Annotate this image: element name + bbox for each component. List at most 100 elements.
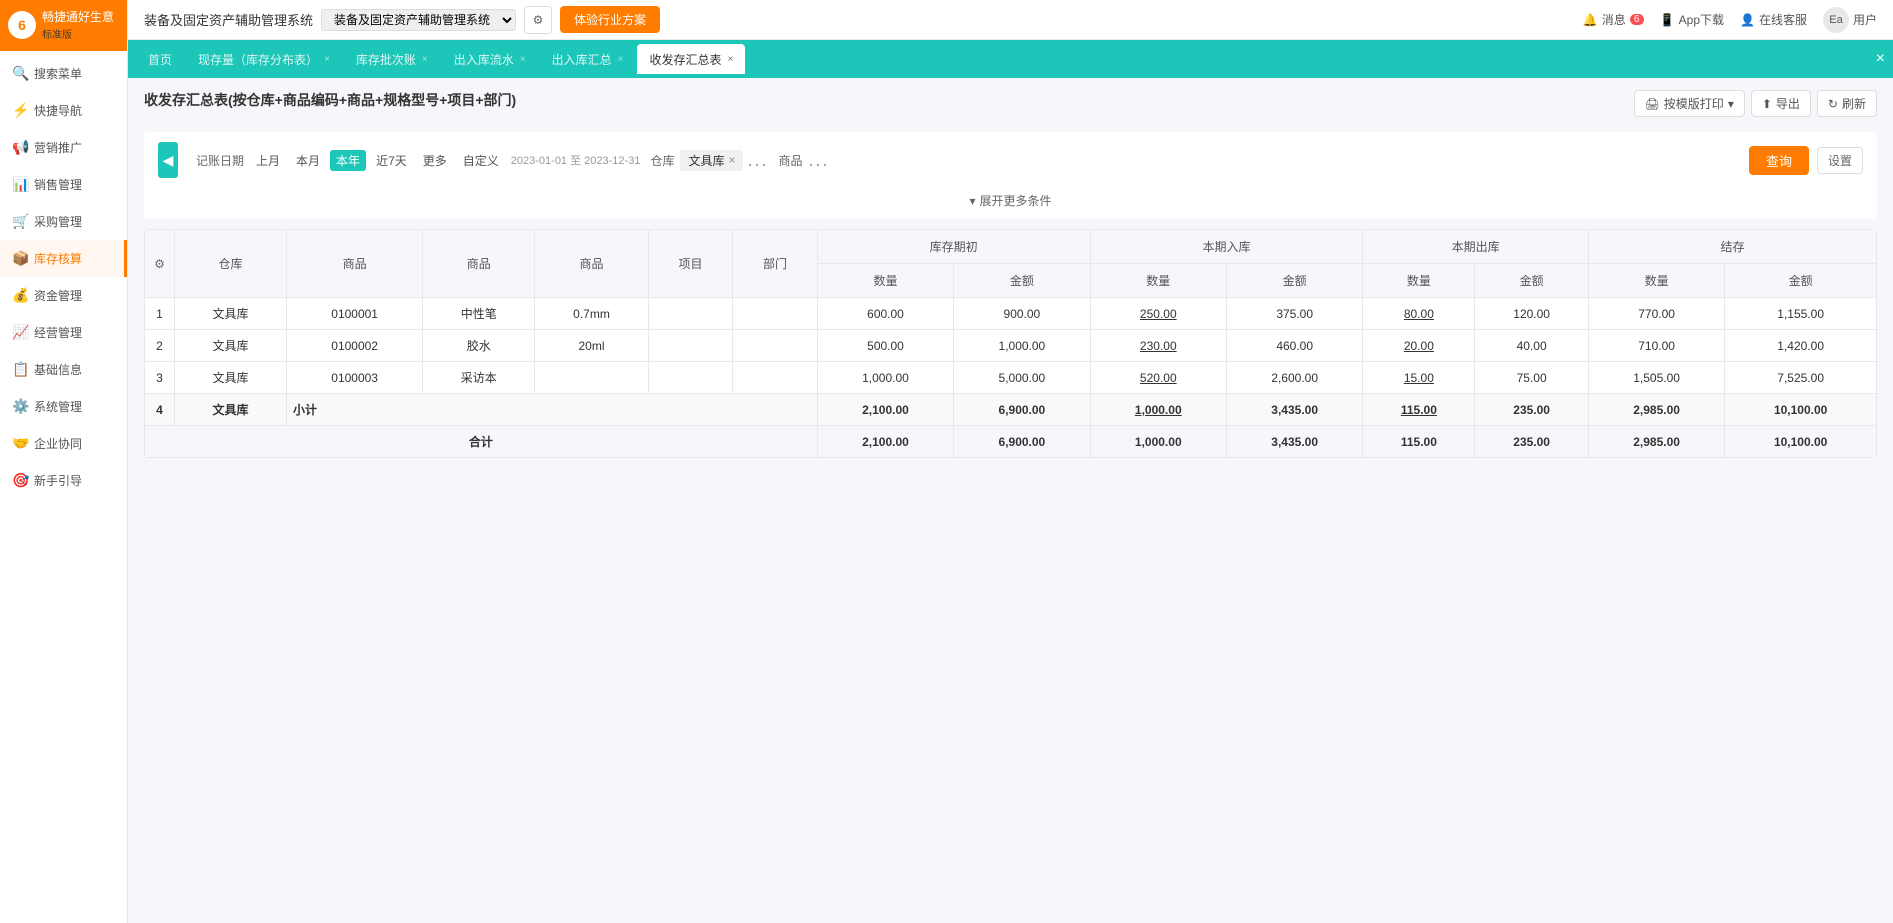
row-in-amt: 460.00: [1226, 330, 1362, 362]
expand-conditions-button[interactable]: ▾ 展开更多条件: [969, 192, 1051, 209]
sub-in-qty[interactable]: 1,000.00: [1090, 394, 1226, 426]
print-icon: 🖨: [1645, 97, 1660, 111]
sidebar-item-operation[interactable]: 📈经营管理: [0, 314, 127, 351]
row-name: 中性笔: [423, 298, 535, 330]
sidebar-item-inventory[interactable]: 📦库存核算: [0, 240, 127, 277]
warehouse-tag-text: 文具库: [688, 152, 724, 169]
warehouse-filter: 仓库 文具库 × ...: [650, 150, 768, 171]
tab-close-icon[interactable]: ×: [520, 54, 526, 65]
row-out-amt: 120.00: [1475, 298, 1589, 330]
warehouse-tag: 文具库 ×: [680, 150, 743, 171]
refresh-label: 刷新: [1842, 95, 1866, 112]
tab-collect-summary[interactable]: 收发存汇总表 ×: [637, 44, 745, 74]
total-open-qty: 2,100.00: [817, 426, 953, 458]
messages-button[interactable]: 🔔 消息 6: [1583, 11, 1644, 28]
date-range: 2023-01-01 至 2023-12-31: [511, 152, 641, 168]
tab-home[interactable]: 首页: [136, 44, 184, 74]
total-in-qty: 1,000.00: [1090, 426, 1226, 458]
row-bal-qty: 770.00: [1588, 298, 1724, 330]
messages-label: 消息: [1602, 11, 1626, 28]
date-custom[interactable]: 自定义: [457, 150, 505, 171]
table-row: 1 文具库 0100001 中性笔 0.7mm 600.00 900.00 25…: [145, 298, 1877, 330]
system-select[interactable]: 装备及固定资产辅助管理系统: [321, 9, 516, 31]
header-settings-button[interactable]: ⚙: [524, 6, 552, 34]
row-bal-qty: 1,505.00: [1588, 362, 1724, 394]
tab-flow[interactable]: 出入库流水×: [442, 44, 538, 74]
tab-close-icon[interactable]: ×: [618, 54, 624, 65]
th-settings: ⚙: [145, 230, 175, 298]
sidebar-item-finance[interactable]: 💰资金管理: [0, 277, 127, 314]
row-no: 1: [145, 298, 175, 330]
sidebar-item-guide[interactable]: 🎯新手引导: [0, 462, 127, 499]
row-out-qty[interactable]: 20.00: [1363, 330, 1475, 362]
online-service-label: 在线客服: [1759, 11, 1807, 28]
row-spec: 20ml: [535, 330, 648, 362]
sidebar-item-purchase[interactable]: 🛒采购管理: [0, 203, 127, 240]
guide-icon: 🎯: [12, 472, 28, 489]
tab-stock-dist[interactable]: 现存量（库存分布表）×: [186, 44, 342, 74]
export-label: 导出: [1776, 95, 1800, 112]
sidebar-item-sales[interactable]: 📊销售管理: [0, 166, 127, 203]
tab-close-icon[interactable]: ×: [324, 54, 330, 65]
date-more[interactable]: 更多: [417, 150, 453, 171]
row-warehouse: 文具库: [175, 330, 287, 362]
warehouse-more-button[interactable]: ...: [747, 150, 768, 171]
sidebar-item-label: 系统管理: [34, 398, 82, 415]
export-button[interactable]: ⬆ 导出: [1751, 90, 1811, 117]
th-out-amt: 金额: [1475, 264, 1589, 298]
date-7days[interactable]: 近7天: [370, 150, 413, 171]
online-service-button[interactable]: 👤 在线客服: [1740, 11, 1807, 28]
sidebar-item-enterprise[interactable]: 🤝企业协同: [0, 425, 127, 462]
th-name: 商品: [423, 230, 535, 298]
th-dept: 部门: [733, 230, 818, 298]
sidebar-item-basic[interactable]: 📋基础信息: [0, 351, 127, 388]
query-button[interactable]: 查询: [1749, 146, 1809, 175]
tab-label: 收发存汇总表: [649, 51, 721, 68]
user-menu[interactable]: Ea 用户: [1823, 7, 1877, 33]
tab-close-icon[interactable]: ×: [727, 54, 733, 65]
row-in-qty[interactable]: 250.00: [1090, 298, 1226, 330]
sidebar-nav: 🔍搜索菜单⚡快捷导航📢营销推广📊销售管理🛒采购管理📦库存核算💰资金管理📈经营管理…: [0, 51, 127, 923]
th-warehouse: 仓库: [175, 230, 287, 298]
row-bal-amt: 7,525.00: [1725, 362, 1877, 394]
collapse-button[interactable]: ◀: [158, 142, 178, 178]
table-settings-icon[interactable]: ⚙: [154, 257, 165, 271]
sidebar-item-marketing[interactable]: 📢营销推广: [0, 129, 127, 166]
total-out-amt: 235.00: [1475, 426, 1589, 458]
goods-more-button[interactable]: ...: [809, 150, 830, 171]
tab-batch[interactable]: 库存批次账 ×: [344, 44, 440, 74]
th-out-qty: 数量: [1363, 264, 1475, 298]
print-button[interactable]: 🖨 按模版打印 ▾: [1634, 90, 1745, 117]
warehouse-tag-close[interactable]: ×: [728, 153, 735, 167]
row-in-qty[interactable]: 520.00: [1090, 362, 1226, 394]
expand-label: 展开更多条件: [980, 192, 1052, 209]
sidebar-item-label: 经营管理: [34, 324, 82, 341]
sidebar-item-quicknav[interactable]: ⚡快捷导航: [0, 92, 127, 129]
sidebar-item-search[interactable]: 🔍搜索菜单: [0, 55, 127, 92]
trial-button[interactable]: 体验行业方案: [560, 6, 660, 33]
refresh-button[interactable]: ↻ 刷新: [1817, 90, 1877, 117]
sub-out-qty[interactable]: 115.00: [1363, 394, 1475, 426]
tab-close-icon[interactable]: ×: [422, 54, 428, 65]
logo-sub: 标准版: [42, 26, 114, 41]
tab-bar-close-button[interactable]: ×: [1876, 50, 1885, 68]
tab-label: 库存批次账: [356, 51, 416, 68]
tab-summary[interactable]: 出入库汇总×: [540, 44, 636, 74]
th-balance-group: 结存: [1588, 230, 1876, 264]
date-this-month[interactable]: 本月: [290, 150, 326, 171]
table-row: 3 文具库 0100003 采访本 1,000.00 5,000.00 520.…: [145, 362, 1877, 394]
header-right: 🔔 消息 6 📱 App下载 👤 在线客服 Ea 用户: [1583, 7, 1877, 33]
row-out-qty[interactable]: 15.00: [1363, 362, 1475, 394]
header-left: 装备及固定资产辅助管理系统 装备及固定资产辅助管理系统 ⚙ 体验行业方案: [144, 6, 660, 34]
sidebar-item-system[interactable]: ⚙️系统管理: [0, 388, 127, 425]
th-bal-amt: 金额: [1725, 264, 1877, 298]
row-in-qty[interactable]: 230.00: [1090, 330, 1226, 362]
date-this-year[interactable]: 本年: [330, 150, 366, 171]
row-out-qty[interactable]: 80.00: [1363, 298, 1475, 330]
filter-settings-button[interactable]: 设置: [1817, 147, 1863, 174]
app-download-button[interactable]: 📱 App下载: [1660, 11, 1724, 28]
row-name: 胶水: [423, 330, 535, 362]
date-last-month[interactable]: 上月: [250, 150, 286, 171]
sub-warehouse: 文具库: [175, 394, 287, 426]
bell-icon: 🔔: [1583, 13, 1598, 27]
